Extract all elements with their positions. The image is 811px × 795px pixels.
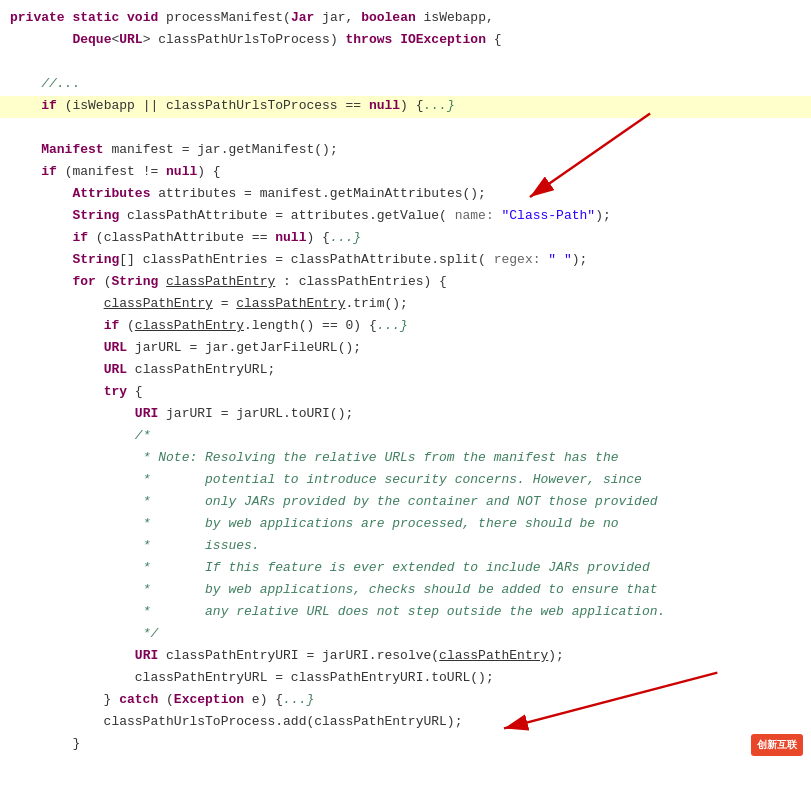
code-line — [0, 118, 811, 140]
code-container: private static void processManifest(Jar … — [0, 0, 811, 764]
code-line: /* — [0, 426, 811, 448]
code-line: if (manifest != null) { — [0, 162, 811, 184]
code-line: URL classPathEntryURL; — [0, 360, 811, 382]
code-line: * Note: Resolving the relative URLs from… — [0, 448, 811, 470]
code-line: Deque<URL> classPathUrlsToProcess) throw… — [0, 30, 811, 52]
code-line: if (classPathEntry.length() == 0) {...} — [0, 316, 811, 338]
code-line: classPathEntry = classPathEntry.trim(); — [0, 294, 811, 316]
code-line: * potential to introduce security concer… — [0, 470, 811, 492]
code-line: Attributes attributes = manifest.getMain… — [0, 184, 811, 206]
code-line — [0, 52, 811, 74]
code-line: URI classPathEntryURI = jarURI.resolve(c… — [0, 646, 811, 668]
code-line: String[] classPathEntries = classPathAtt… — [0, 250, 811, 272]
code-line-highlight: if (isWebapp || classPathUrlsToProcess =… — [0, 96, 811, 118]
code-line: */ — [0, 624, 811, 646]
code-line: classPathEntryURL = classPathEntryURI.to… — [0, 668, 811, 690]
code-line: * issues. — [0, 536, 811, 558]
code-line: classPathUrlsToProcess.add(classPathEntr… — [0, 712, 811, 734]
code-line: * only JARs provided by the container an… — [0, 492, 811, 514]
code-line: URL jarURL = jar.getJarFileURL(); — [0, 338, 811, 360]
code-line: * any relative URL does not step outside… — [0, 602, 811, 624]
code-line: URI jarURI = jarURL.toURI(); — [0, 404, 811, 426]
code-line: * If this feature is ever extended to in… — [0, 558, 811, 580]
code-line: //... — [0, 74, 811, 96]
code-line: Manifest manifest = jar.getManifest(); — [0, 140, 811, 162]
logo: 创新互联 — [751, 734, 803, 756]
code-line: if (classPathAttribute == null) {...} — [0, 228, 811, 250]
code-line: try { — [0, 382, 811, 404]
code-line: } — [0, 734, 811, 756]
code-line: String classPathAttribute = attributes.g… — [0, 206, 811, 228]
code-line: * by web applications are processed, the… — [0, 514, 811, 536]
code-line: for (String classPathEntry : classPathEn… — [0, 272, 811, 294]
code-line: } catch (Exception e) {...} — [0, 690, 811, 712]
code-line: private static void processManifest(Jar … — [0, 8, 811, 30]
code-line: * by web applications, checks should be … — [0, 580, 811, 602]
